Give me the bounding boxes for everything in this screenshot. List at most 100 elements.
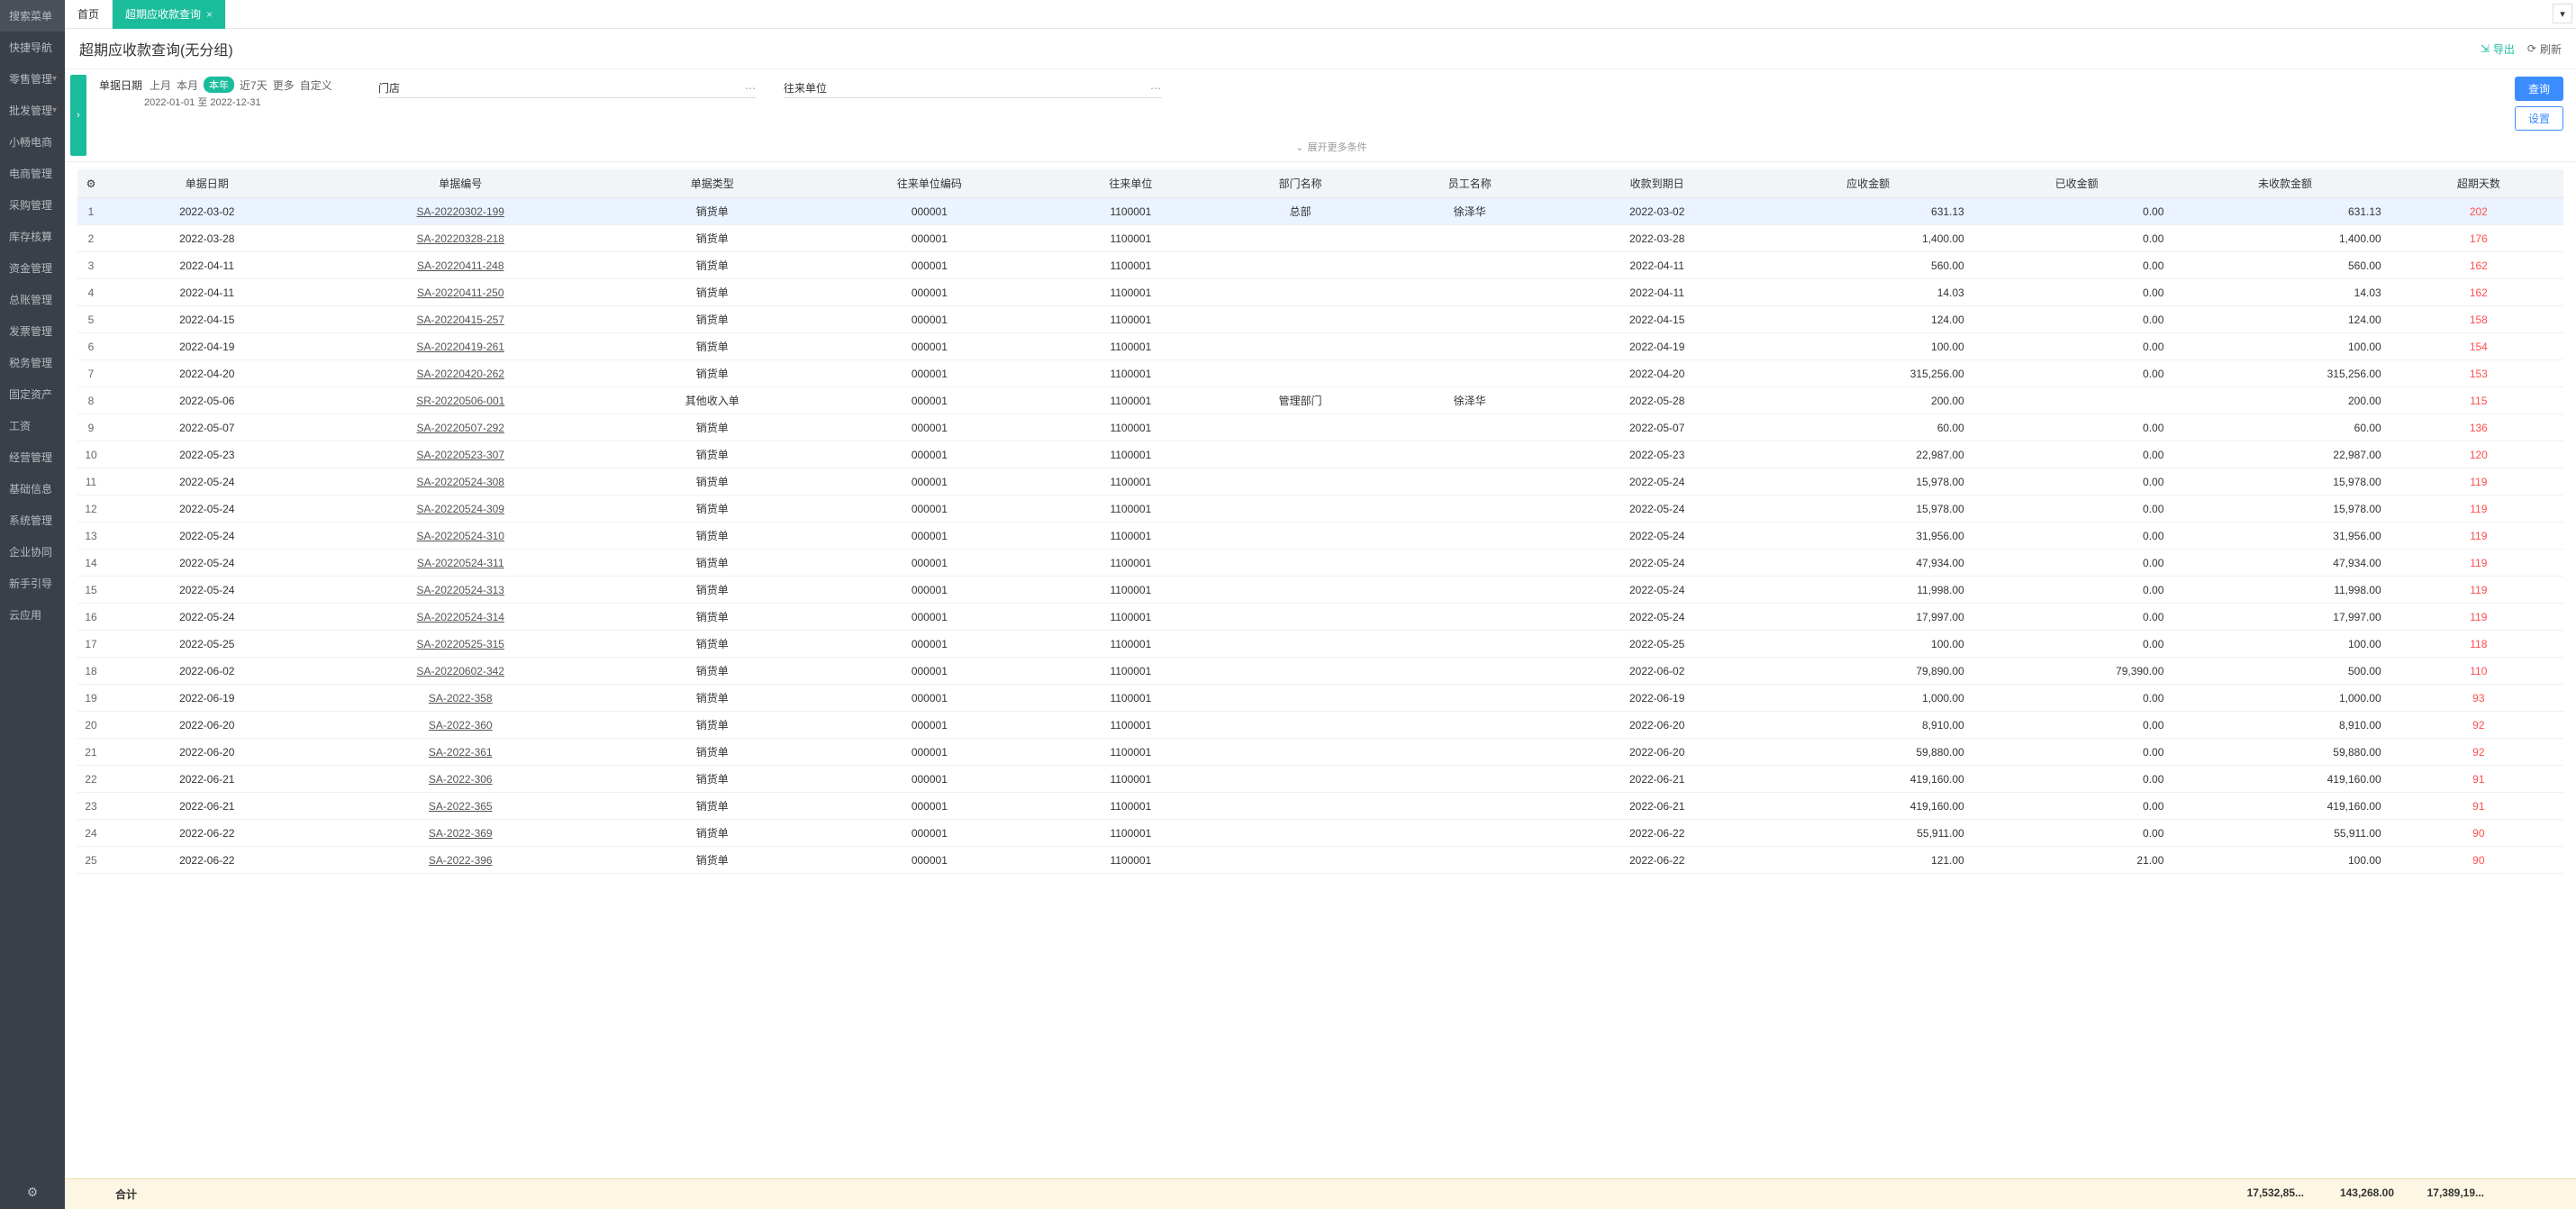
sidebar-item-17[interactable]: 企业协同: [0, 536, 65, 568]
cell-no[interactable]: SA-20220328-218: [310, 225, 612, 252]
query-button[interactable]: 查询: [2515, 77, 2563, 101]
tabs-menu-button[interactable]: ▾: [2553, 4, 2572, 23]
table-row[interactable]: 32022-04-11SA-20220411-248销货单00000111000…: [77, 252, 2563, 279]
sidebar-item-3[interactable]: 批发管理▾: [0, 95, 65, 126]
cell-no[interactable]: SA-20220525-315: [310, 631, 612, 658]
table-row[interactable]: 22022-03-28SA-20220328-218销货单00000111000…: [77, 225, 2563, 252]
cell-no[interactable]: SA-2022-360: [310, 712, 612, 739]
tab-0[interactable]: 首页: [65, 0, 113, 29]
cell-no[interactable]: SA-2022-358: [310, 685, 612, 712]
filter-collapse-button[interactable]: ›: [70, 75, 86, 156]
sidebar-item-5[interactable]: 电商管理: [0, 158, 65, 189]
date-quick-option[interactable]: 更多: [273, 77, 295, 93]
table-row[interactable]: 192022-06-19SA-2022-358销货单00000111000012…: [77, 685, 2563, 712]
date-quick-option[interactable]: 自定义: [300, 77, 332, 93]
table-row[interactable]: 52022-04-15SA-20220415-257销货单00000111000…: [77, 306, 2563, 333]
settings-button[interactable]: 设置: [2515, 106, 2563, 131]
table-row[interactable]: 152022-05-24SA-20220524-313销货单0000011100…: [77, 577, 2563, 604]
tab-1[interactable]: 超期应收款查询×: [113, 0, 226, 29]
partner-input[interactable]: 往来单位 ⋯: [784, 80, 1162, 98]
cell-no[interactable]: SA-20220415-257: [310, 306, 612, 333]
sidebar-item-12[interactable]: 固定资产: [0, 378, 65, 410]
table-row[interactable]: 42022-04-11SA-20220411-250销货单00000111000…: [77, 279, 2563, 306]
sidebar-item-8[interactable]: 资金管理: [0, 252, 65, 284]
sidebar-item-15[interactable]: 基础信息: [0, 473, 65, 505]
column-header-4[interactable]: 往来单位编码: [812, 169, 1046, 198]
column-header-8[interactable]: 收款到期日: [1555, 169, 1760, 198]
table-row[interactable]: 112022-05-24SA-20220524-308销货单0000011100…: [77, 468, 2563, 495]
cell-no[interactable]: SA-20220420-262: [310, 360, 612, 387]
table-row[interactable]: 72022-04-20SA-20220420-262销货单00000111000…: [77, 360, 2563, 387]
refresh-button[interactable]: ⟳ 刷新: [2527, 41, 2562, 57]
column-header-3[interactable]: 单据类型: [612, 169, 813, 198]
table-row[interactable]: 212022-06-20SA-2022-361销货单00000111000012…: [77, 739, 2563, 766]
sidebar-item-4[interactable]: 小畅电商: [0, 126, 65, 158]
column-header-10[interactable]: 已收金额: [1977, 169, 2177, 198]
expand-conditions-button[interactable]: ⌄ 展开更多条件: [99, 136, 2563, 158]
sidebar-item-11[interactable]: 税务管理: [0, 347, 65, 378]
column-header-1[interactable]: 单据日期: [104, 169, 310, 198]
sidebar-item-18[interactable]: 新手引导: [0, 568, 65, 599]
cell-no[interactable]: SA-2022-365: [310, 793, 612, 820]
table-row[interactable]: 232022-06-21SA-2022-365销货单00000111000012…: [77, 793, 2563, 820]
table-wrap[interactable]: ⚙ 单据日期单据编号单据类型往来单位编码往来单位部门名称员工名称收款到期日应收金额…: [65, 162, 2576, 1178]
cell-no[interactable]: SA-20220524-310: [310, 523, 612, 550]
column-header-7[interactable]: 员工名称: [1385, 169, 1555, 198]
cell-no[interactable]: SA-20220524-309: [310, 495, 612, 523]
cell-no[interactable]: SA-20220524-313: [310, 577, 612, 604]
table-row[interactable]: 252022-06-22SA-2022-396销货单00000111000012…: [77, 847, 2563, 874]
store-lookup-icon[interactable]: ⋯: [745, 82, 757, 95]
cell-no[interactable]: SA-20220524-311: [310, 550, 612, 577]
cell-no[interactable]: SA-20220419-261: [310, 333, 612, 360]
cell-no[interactable]: SA-20220411-250: [310, 279, 612, 306]
column-header-12[interactable]: 超期天数: [2394, 169, 2563, 198]
cell-no[interactable]: SA-2022-369: [310, 820, 612, 847]
table-row[interactable]: 12022-03-02SA-20220302-199销货单00000111000…: [77, 198, 2563, 225]
gear-icon[interactable]: ⚙: [27, 1185, 39, 1199]
cell-no[interactable]: SA-20220302-199: [310, 198, 612, 225]
cell-no[interactable]: SA-2022-306: [310, 766, 612, 793]
table-row[interactable]: 222022-06-21SA-2022-306销货单00000111000012…: [77, 766, 2563, 793]
date-quick-option[interactable]: 本年: [204, 77, 234, 93]
settings-column-icon[interactable]: ⚙: [86, 177, 96, 190]
column-header-6[interactable]: 部门名称: [1215, 169, 1384, 198]
column-header-5[interactable]: 往来单位: [1046, 169, 1215, 198]
cell-no[interactable]: SA-20220524-314: [310, 604, 612, 631]
column-header-0[interactable]: ⚙: [77, 169, 104, 198]
table-row[interactable]: 172022-05-25SA-20220525-315销货单0000011100…: [77, 631, 2563, 658]
column-header-9[interactable]: 应收金额: [1759, 169, 1976, 198]
cell-no[interactable]: SA-2022-361: [310, 739, 612, 766]
table-row[interactable]: 102022-05-23SA-20220523-307销货单0000011100…: [77, 441, 2563, 468]
cell-no[interactable]: SA-20220507-292: [310, 414, 612, 441]
date-quick-option[interactable]: 上月: [150, 77, 171, 93]
sidebar-item-2[interactable]: 零售管理▾: [0, 63, 65, 95]
sidebar-item-7[interactable]: 库存核算: [0, 221, 65, 252]
export-button[interactable]: ⇲ 导出: [2481, 41, 2515, 57]
sidebar-item-6[interactable]: 采购管理: [0, 189, 65, 221]
close-icon[interactable]: ×: [206, 8, 213, 21]
date-quick-option[interactable]: 近7天: [240, 77, 268, 93]
column-header-2[interactable]: 单据编号: [310, 169, 612, 198]
table-row[interactable]: 142022-05-24SA-20220524-311销货单0000011100…: [77, 550, 2563, 577]
table-row[interactable]: 202022-06-20SA-2022-360销货单00000111000012…: [77, 712, 2563, 739]
table-row[interactable]: 62022-04-19SA-20220419-261销货单00000111000…: [77, 333, 2563, 360]
table-row[interactable]: 132022-05-24SA-20220524-310销货单0000011100…: [77, 523, 2563, 550]
sidebar-item-0[interactable]: 搜索菜单: [0, 0, 65, 32]
table-row[interactable]: 182022-06-02SA-20220602-342销货单0000011100…: [77, 658, 2563, 685]
table-row[interactable]: 82022-05-06SR-20220506-001其他收入单000001110…: [77, 387, 2563, 414]
column-header-11[interactable]: 未收款金额: [2176, 169, 2393, 198]
cell-no[interactable]: SA-20220524-308: [310, 468, 612, 495]
sidebar-item-1[interactable]: 快捷导航: [0, 32, 65, 63]
cell-no[interactable]: SA-20220523-307: [310, 441, 612, 468]
sidebar-item-10[interactable]: 发票管理: [0, 315, 65, 347]
partner-lookup-icon[interactable]: ⋯: [1150, 82, 1162, 95]
table-row[interactable]: 122022-05-24SA-20220524-309销货单0000011100…: [77, 495, 2563, 523]
cell-no[interactable]: SA-20220411-248: [310, 252, 612, 279]
table-row[interactable]: 162022-05-24SA-20220524-314销货单0000011100…: [77, 604, 2563, 631]
cell-no[interactable]: SA-20220602-342: [310, 658, 612, 685]
date-quick-option[interactable]: 本月: [177, 77, 198, 93]
table-row[interactable]: 242022-06-22SA-2022-369销货单00000111000012…: [77, 820, 2563, 847]
cell-no[interactable]: SR-20220506-001: [310, 387, 612, 414]
sidebar-item-19[interactable]: 云应用: [0, 599, 65, 631]
cell-no[interactable]: SA-2022-396: [310, 847, 612, 874]
